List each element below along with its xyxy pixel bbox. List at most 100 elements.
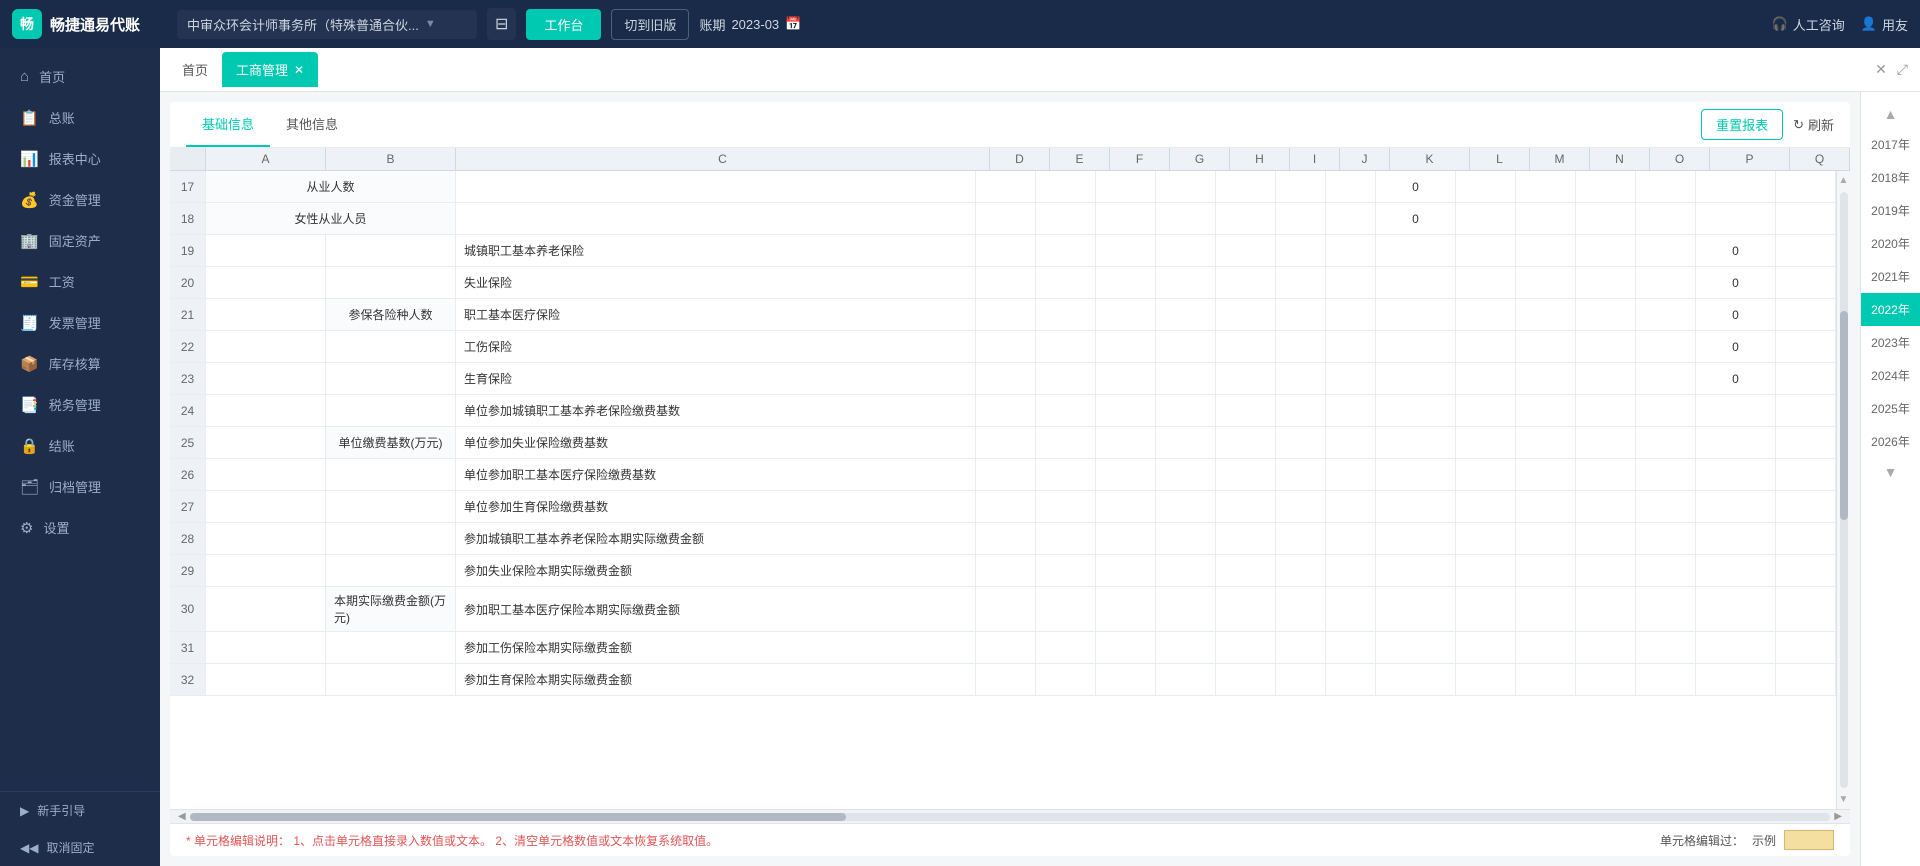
cell-19-o[interactable] xyxy=(1636,235,1696,266)
year-item-2017[interactable]: 2017年 xyxy=(1861,128,1920,161)
cell-32-g[interactable] xyxy=(1156,664,1216,695)
cell-31-b[interactable] xyxy=(326,632,456,663)
cell-21-h[interactable] xyxy=(1216,299,1276,330)
cell-26-h[interactable] xyxy=(1216,459,1276,490)
cell-19-n[interactable] xyxy=(1576,235,1636,266)
cell-23-b[interactable] xyxy=(326,363,456,394)
cell-28-g[interactable] xyxy=(1156,523,1216,554)
cell-19-c[interactable]: 城镇职工基本养老保险 xyxy=(456,235,976,266)
cell-22-k[interactable] xyxy=(1376,331,1456,362)
cell-27-o[interactable] xyxy=(1636,491,1696,522)
sidebar-item-archive[interactable]: 🗂 归档管理 xyxy=(0,466,160,507)
cell-27-e[interactable] xyxy=(1036,491,1096,522)
sidebar-item-salary[interactable]: 💳 工资 xyxy=(0,261,160,302)
cell-20-a[interactable] xyxy=(206,267,326,298)
cell-20-e[interactable] xyxy=(1036,267,1096,298)
cell-27-p[interactable] xyxy=(1696,491,1776,522)
cell-19-a[interactable] xyxy=(206,235,326,266)
cell-18-n[interactable] xyxy=(1576,203,1636,234)
sidebar-item-finance[interactable]: 💰 资金管理 xyxy=(0,179,160,220)
cell-26-c[interactable]: 单位参加职工基本医疗保险缴费基数 xyxy=(456,459,976,490)
tab-close-window-icon[interactable]: ✕ xyxy=(1875,61,1887,78)
cell-24-h[interactable] xyxy=(1216,395,1276,426)
cell-31-h[interactable] xyxy=(1216,632,1276,663)
cell-32-f[interactable] xyxy=(1096,664,1156,695)
cell-30-g[interactable] xyxy=(1156,587,1216,631)
cell-21-o[interactable] xyxy=(1636,299,1696,330)
year-nav-up[interactable]: ▲ xyxy=(1878,100,1904,128)
cell-20-c[interactable]: 失业保险 xyxy=(456,267,976,298)
cell-30-d[interactable] xyxy=(976,587,1036,631)
cell-32-b[interactable] xyxy=(326,664,456,695)
cell-17-g[interactable] xyxy=(1156,171,1216,202)
tab-close-icon[interactable]: ✕ xyxy=(294,63,304,77)
year-item-2022[interactable]: 2022年 xyxy=(1861,293,1920,326)
cell-29-k[interactable] xyxy=(1376,555,1456,586)
cell-21-k[interactable] xyxy=(1376,299,1456,330)
cell-17-a[interactable]: 从业人数 xyxy=(206,171,456,202)
cell-26-j[interactable] xyxy=(1326,459,1376,490)
cell-20-h[interactable] xyxy=(1216,267,1276,298)
cell-29-o[interactable] xyxy=(1636,555,1696,586)
cell-19-m[interactable] xyxy=(1516,235,1576,266)
tab-maximize-icon[interactable]: ⤢ xyxy=(1897,61,1908,78)
year-item-2023[interactable]: 2023年 xyxy=(1861,326,1920,359)
cell-17-j[interactable] xyxy=(1326,171,1376,202)
cell-23-c[interactable]: 生育保险 xyxy=(456,363,976,394)
cell-24-e[interactable] xyxy=(1036,395,1096,426)
cell-17-o[interactable] xyxy=(1636,171,1696,202)
cell-26-a[interactable] xyxy=(206,459,326,490)
year-item-2021[interactable]: 2021年 xyxy=(1861,260,1920,293)
cell-28-q[interactable] xyxy=(1776,523,1836,554)
cell-17-c[interactable] xyxy=(456,171,976,202)
cell-23-p[interactable]: 0 xyxy=(1696,363,1776,394)
cell-26-d[interactable] xyxy=(976,459,1036,490)
cell-24-c[interactable]: 单位参加城镇职工基本养老保险缴费基数 xyxy=(456,395,976,426)
cell-28-o[interactable] xyxy=(1636,523,1696,554)
cell-23-n[interactable] xyxy=(1576,363,1636,394)
cell-20-q[interactable] xyxy=(1776,267,1836,298)
cell-31-c[interactable]: 参加工伤保险本期实际缴费金额 xyxy=(456,632,976,663)
cell-18-q[interactable] xyxy=(1776,203,1836,234)
cell-26-n[interactable] xyxy=(1576,459,1636,490)
cell-28-i[interactable] xyxy=(1276,523,1326,554)
cell-30-i[interactable] xyxy=(1276,587,1326,631)
cell-31-k[interactable] xyxy=(1376,632,1456,663)
sidebar-item-report[interactable]: 📊 报表中心 xyxy=(0,138,160,179)
cell-26-e[interactable] xyxy=(1036,459,1096,490)
cell-32-i[interactable] xyxy=(1276,664,1326,695)
cell-17-h[interactable] xyxy=(1216,171,1276,202)
cell-17-d[interactable] xyxy=(976,171,1036,202)
cell-25-b[interactable]: 单位缴费基数(万元) xyxy=(326,427,456,458)
cell-22-c[interactable]: 工伤保险 xyxy=(456,331,976,362)
cell-18-h[interactable] xyxy=(1216,203,1276,234)
cell-25-o[interactable] xyxy=(1636,427,1696,458)
tab-home[interactable]: 首页 xyxy=(172,52,218,87)
cell-26-l[interactable] xyxy=(1456,459,1516,490)
cell-25-j[interactable] xyxy=(1326,427,1376,458)
cell-19-k[interactable] xyxy=(1376,235,1456,266)
cell-31-e[interactable] xyxy=(1036,632,1096,663)
cell-27-q[interactable] xyxy=(1776,491,1836,522)
cell-31-n[interactable] xyxy=(1576,632,1636,663)
cell-17-n[interactable] xyxy=(1576,171,1636,202)
cell-21-q[interactable] xyxy=(1776,299,1836,330)
sub-tab-other[interactable]: 其他信息 xyxy=(270,102,354,147)
cell-18-l[interactable] xyxy=(1456,203,1516,234)
cell-17-q[interactable] xyxy=(1776,171,1836,202)
cell-25-g[interactable] xyxy=(1156,427,1216,458)
cell-23-f[interactable] xyxy=(1096,363,1156,394)
cell-18-c[interactable] xyxy=(456,203,976,234)
cell-22-j[interactable] xyxy=(1326,331,1376,362)
cell-18-o[interactable] xyxy=(1636,203,1696,234)
cell-31-p[interactable] xyxy=(1696,632,1776,663)
cell-31-d[interactable] xyxy=(976,632,1036,663)
horizontal-scrollbar[interactable]: ◀ ▶ xyxy=(170,809,1850,823)
cell-31-g[interactable] xyxy=(1156,632,1216,663)
cell-25-q[interactable] xyxy=(1776,427,1836,458)
sidebar-item-ledger[interactable]: 📋 总账 xyxy=(0,97,160,138)
year-item-2024[interactable]: 2024年 xyxy=(1861,359,1920,392)
cell-26-k[interactable] xyxy=(1376,459,1456,490)
cell-30-b[interactable]: 本期实际缴费金额(万元) xyxy=(326,587,456,631)
cell-19-e[interactable] xyxy=(1036,235,1096,266)
